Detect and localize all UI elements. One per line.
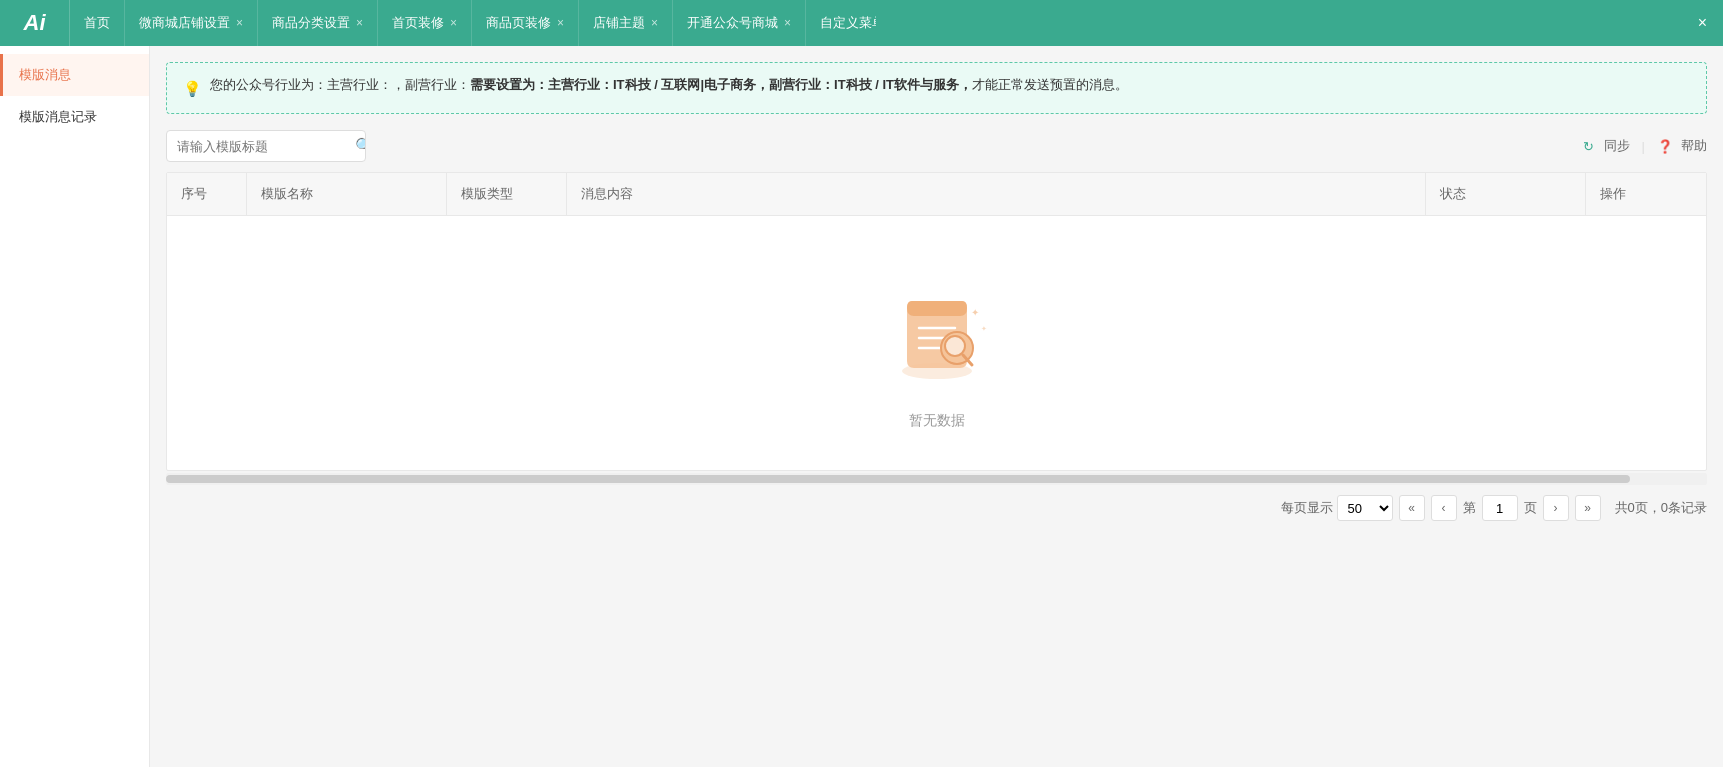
- nav-tab-home[interactable]: 首页: [70, 0, 125, 46]
- sidebar-items: 模版消息模版消息记录: [0, 54, 149, 138]
- sidebar: 模版消息模版消息记录: [0, 46, 150, 767]
- nav-tab-shop-settings[interactable]: 微商城店铺设置×: [125, 0, 258, 46]
- top-nav-bar: Ai 首页微商城店铺设置×商品分类设置×首页装修×商品页装修×店铺主题×开通公众…: [0, 0, 1723, 46]
- current-page-input[interactable]: [1482, 495, 1518, 521]
- pagination: 每页显示 50 10 20 100 « ‹ 第 页 › » 共0页，0条记录: [166, 485, 1707, 531]
- nav-tab-custom-menu[interactable]: 自定义菜单×: [806, 0, 876, 46]
- table-header-type: 模版类型: [447, 173, 567, 215]
- table-header-name: 模版名称: [247, 173, 447, 215]
- help-button[interactable]: 帮助: [1681, 137, 1707, 155]
- toolbar-divider: |: [1642, 139, 1645, 154]
- nav-tab-product-decor[interactable]: 商品页装修×: [472, 0, 579, 46]
- nav-tab-open-mall[interactable]: 开通公众号商城×: [673, 0, 806, 46]
- nav-tab-homepage-decor[interactable]: 首页装修×: [378, 0, 472, 46]
- lamp-icon: 💡: [183, 77, 202, 101]
- main-layout: 模版消息模版消息记录 💡 您的公众号行业为：主营行业：，副营行业：需要设置为：主…: [0, 46, 1723, 767]
- svg-text:✦: ✦: [971, 307, 979, 318]
- empty-text: 暂无数据: [909, 412, 965, 430]
- empty-icon: ✦ ✦: [877, 276, 997, 396]
- table-header-status: 状态: [1426, 173, 1586, 215]
- first-page-button[interactable]: «: [1399, 495, 1425, 521]
- sync-button[interactable]: 同步: [1604, 137, 1630, 155]
- search-box: 🔍: [166, 130, 366, 162]
- table-container: 序号模版名称模版类型消息内容状态操作: [166, 172, 1707, 471]
- page-total: 共0页，0条记录: [1615, 499, 1707, 517]
- table-header-index: 序号: [167, 173, 247, 215]
- nav-tabs: 首页微商城店铺设置×商品分类设置×首页装修×商品页装修×店铺主题×开通公众号商城…: [70, 0, 876, 46]
- sidebar-item-template-message[interactable]: 模版消息: [0, 54, 149, 96]
- toolbar-right: ↻ 同步 | ❓ 帮助: [1583, 137, 1707, 155]
- page-size-select[interactable]: 50 10 20 100: [1337, 495, 1393, 521]
- sidebar-item-template-message-log[interactable]: 模版消息记录: [0, 96, 149, 138]
- nav-tab-shop-theme[interactable]: 店铺主题×: [579, 0, 673, 46]
- table-header: 序号模版名称模版类型消息内容状态操作: [167, 173, 1706, 216]
- sync-icon: ↻: [1583, 139, 1594, 154]
- close-all-button[interactable]: ×: [1682, 0, 1723, 46]
- scrollbar-thumb: [166, 475, 1630, 483]
- tab-close-shop-settings[interactable]: ×: [236, 16, 243, 30]
- content-area: 💡 您的公众号行业为：主营行业：，副营行业：需要设置为：主营行业：IT科技 / …: [150, 46, 1723, 767]
- horizontal-scrollbar[interactable]: [166, 473, 1707, 485]
- svg-text:✦: ✦: [981, 325, 987, 332]
- table-header-content: 消息内容: [567, 173, 1426, 215]
- tab-close-product-decor[interactable]: ×: [557, 16, 564, 30]
- page-prefix: 第: [1463, 499, 1476, 517]
- tab-close-category-settings[interactable]: ×: [356, 16, 363, 30]
- next-page-button[interactable]: ›: [1543, 495, 1569, 521]
- tab-close-homepage-decor[interactable]: ×: [450, 16, 457, 30]
- help-icon: ❓: [1657, 139, 1673, 154]
- nav-tab-category-settings[interactable]: 商品分类设置×: [258, 0, 378, 46]
- page-suffix: 页: [1524, 499, 1537, 517]
- empty-state: ✦ ✦ 暂无数据: [167, 216, 1706, 470]
- page-size-label: 每页显示: [1281, 499, 1333, 517]
- app-logo: Ai: [0, 0, 70, 46]
- page-size-wrap: 每页显示 50 10 20 100: [1281, 495, 1393, 521]
- prev-page-button[interactable]: ‹: [1431, 495, 1457, 521]
- toolbar: 🔍 ↻ 同步 | ❓ 帮助: [166, 130, 1707, 162]
- notice-banner: 💡 您的公众号行业为：主营行业：，副营行业：需要设置为：主营行业：IT科技 / …: [166, 62, 1707, 114]
- notice-text: 您的公众号行业为：主营行业：，副营行业：需要设置为：主营行业：IT科技 / 互联…: [210, 75, 1128, 96]
- last-page-button[interactable]: »: [1575, 495, 1601, 521]
- search-input[interactable]: [167, 139, 355, 154]
- tab-close-shop-theme[interactable]: ×: [651, 16, 658, 30]
- search-button[interactable]: 🔍: [355, 130, 366, 162]
- tab-close-open-mall[interactable]: ×: [784, 16, 791, 30]
- table-header-action: 操作: [1586, 173, 1706, 215]
